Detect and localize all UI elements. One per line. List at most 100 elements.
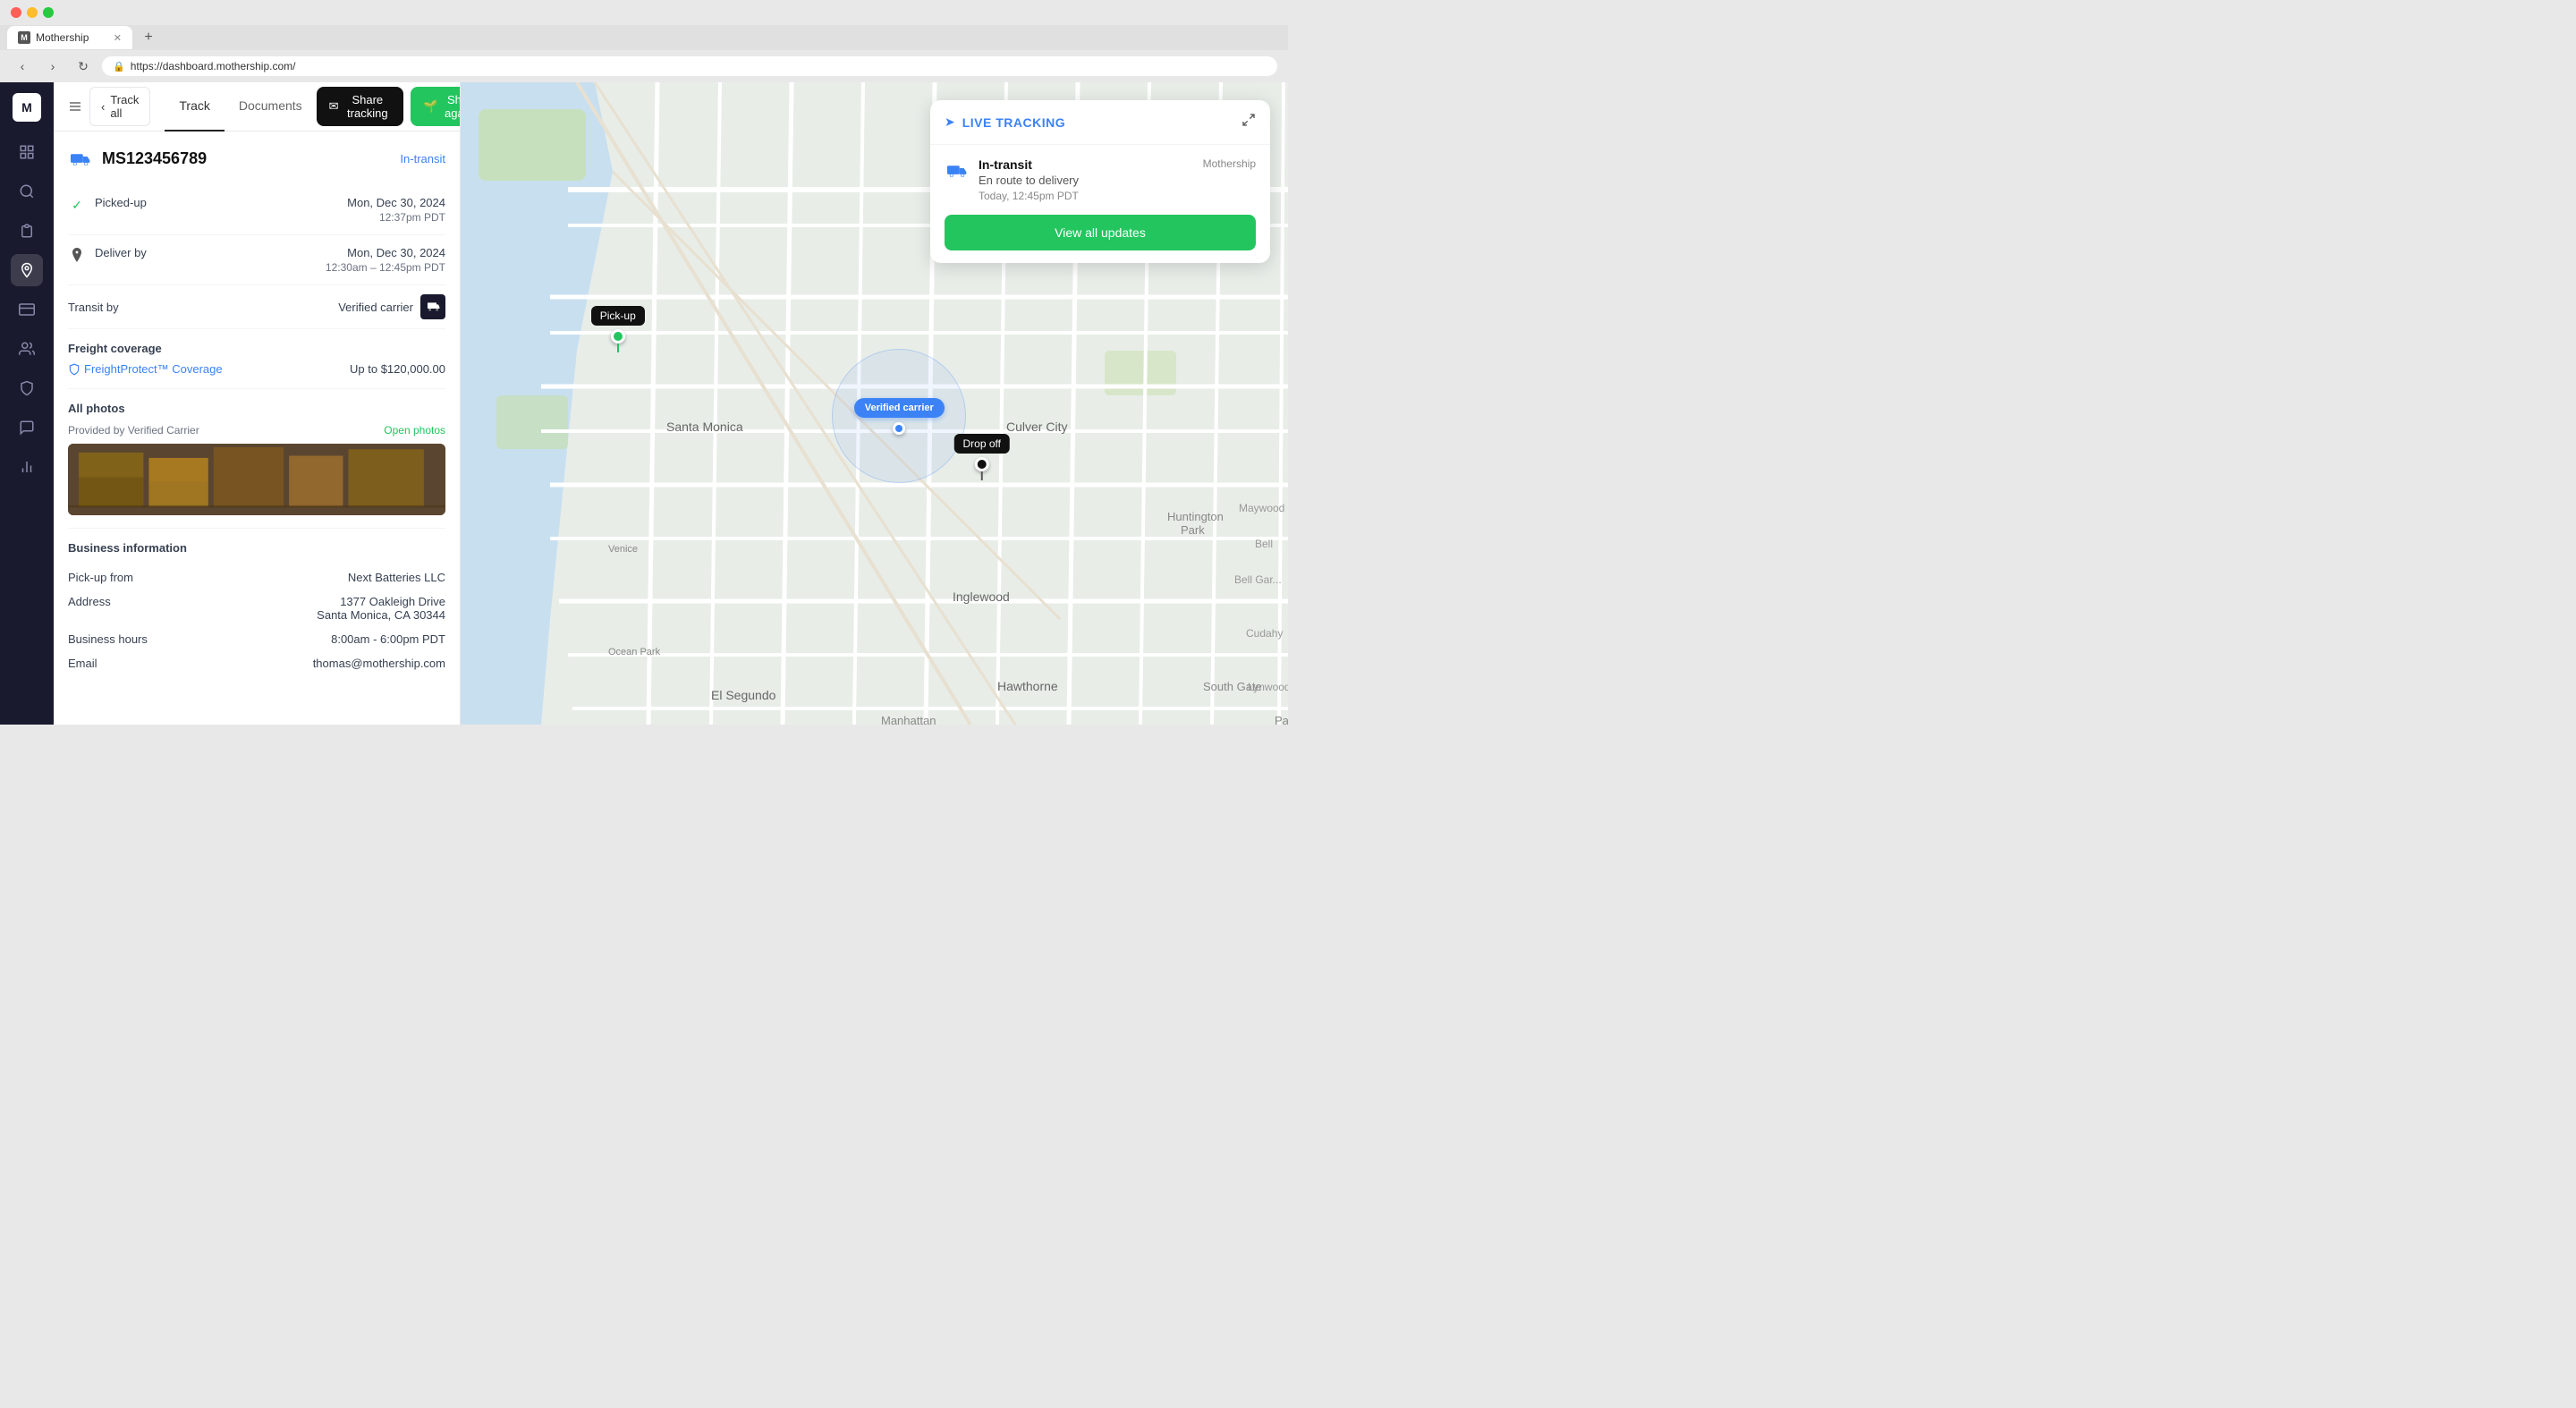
forward-navigation-button[interactable]: › bbox=[41, 55, 64, 78]
svg-text:Cudahy: Cudahy bbox=[1246, 627, 1283, 640]
minimize-button[interactable] bbox=[27, 7, 38, 18]
tracking-status-row: In-transit En route to delivery Today, 1… bbox=[945, 157, 1256, 202]
svg-text:Ocean Park: Ocean Park bbox=[608, 647, 661, 657]
svg-text:Maywood: Maywood bbox=[1239, 502, 1284, 514]
pickup-marker: Pick-up bbox=[591, 306, 645, 352]
expand-button[interactable] bbox=[1241, 113, 1256, 131]
pickup-from-label: Pick-up from bbox=[68, 571, 133, 584]
top-navigation: ‹ Track all Track Documents ✉ Share trac… bbox=[54, 82, 460, 131]
app-logo: M bbox=[13, 93, 41, 122]
deliver-by-time: 12:30am – 12:45pm PDT bbox=[326, 261, 445, 274]
freight-coverage-title: Freight coverage bbox=[68, 342, 445, 355]
address-bar[interactable]: 🔒 https://dashboard.mothership.com/ bbox=[102, 56, 1277, 76]
carrier-circle-container: Verified carrier bbox=[827, 344, 970, 488]
svg-text:Bell Gar...: Bell Gar... bbox=[1234, 573, 1282, 586]
deliver-by-date: Mon, Dec 30, 2024 bbox=[326, 246, 445, 259]
sidebar-item-protection[interactable] bbox=[11, 372, 43, 404]
svg-text:Hawthorne: Hawthorne bbox=[997, 679, 1058, 693]
url-text: https://dashboard.mothership.com/ bbox=[131, 60, 296, 72]
business-hours-label: Business hours bbox=[68, 632, 148, 646]
photo-image bbox=[68, 444, 445, 515]
maximize-button[interactable] bbox=[43, 7, 54, 18]
pickup-dot bbox=[611, 329, 625, 344]
tab-track[interactable]: Track bbox=[165, 82, 224, 131]
transit-carrier-name: Verified carrier bbox=[338, 301, 413, 314]
sidebar: M bbox=[0, 82, 54, 725]
share-tracking-button[interactable]: ✉ Share tracking bbox=[317, 87, 403, 126]
map-area[interactable]: West Hollywood Beverly Hills Santa Monic… bbox=[461, 82, 1288, 725]
truck-icon bbox=[68, 146, 93, 171]
svg-text:Manhattan: Manhattan bbox=[881, 714, 936, 725]
traffic-lights bbox=[11, 7, 54, 18]
svg-text:Inglewood: Inglewood bbox=[953, 589, 1010, 604]
deliver-by-row: Deliver by Mon, Dec 30, 2024 12:30am – 1… bbox=[68, 235, 445, 285]
status-badge: In-transit bbox=[400, 152, 445, 165]
email-label: Email bbox=[68, 657, 97, 670]
open-photos-link[interactable]: Open photos bbox=[384, 424, 445, 437]
back-navigation-button[interactable]: ‹ bbox=[11, 55, 34, 78]
view-all-updates-button[interactable]: View all updates bbox=[945, 215, 1256, 250]
live-tracking-panel: ➤ LIVE TRACKING In-transit En r bbox=[930, 100, 1270, 263]
address-row: Address 1377 Oakleigh Drive Santa Monica… bbox=[68, 589, 445, 627]
sidebar-item-messages[interactable] bbox=[11, 411, 43, 444]
freight-coverage-row: FreightProtect™ Coverage Up to $120,000.… bbox=[68, 362, 445, 376]
photo-thumbnail[interactable] bbox=[68, 444, 445, 515]
picked-up-time: 12:37pm PDT bbox=[347, 211, 445, 224]
menu-button[interactable] bbox=[68, 92, 82, 121]
business-hours-row: Business hours 8:00am - 6:00pm PDT bbox=[68, 627, 445, 651]
share-icon: ✉ bbox=[329, 99, 339, 114]
svg-text:Culver City: Culver City bbox=[1006, 420, 1067, 434]
sidebar-item-shipments[interactable] bbox=[11, 215, 43, 247]
reload-button[interactable]: ↻ bbox=[72, 55, 95, 78]
svg-text:Paramount: Paramount bbox=[1275, 714, 1288, 725]
live-tracking-body: In-transit En route to delivery Today, 1… bbox=[930, 145, 1270, 263]
sidebar-item-home[interactable] bbox=[11, 136, 43, 168]
ship-again-button[interactable]: 🌱 Ship again bbox=[411, 87, 461, 126]
dropoff-dot bbox=[975, 457, 989, 471]
freight-coverage-section: Freight coverage FreightProtect™ Coverag… bbox=[68, 329, 445, 389]
check-icon: ✓ bbox=[68, 198, 86, 213]
browser-tab[interactable]: M Mothership ✕ bbox=[7, 26, 132, 49]
new-tab-button[interactable]: + bbox=[136, 25, 161, 50]
svg-text:Huntington: Huntington bbox=[1167, 510, 1224, 523]
dropoff-marker: Drop off bbox=[954, 434, 1010, 480]
photos-provider: Provided by Verified Carrier bbox=[68, 424, 199, 437]
tab-favicon: M bbox=[18, 31, 30, 44]
sidebar-item-billing[interactable] bbox=[11, 293, 43, 326]
top-actions: ✉ Share tracking 🌱 Ship again ✏ Edit bbox=[317, 87, 461, 126]
ship-icon: 🌱 bbox=[423, 99, 437, 114]
transit-by-label: Transit by bbox=[68, 301, 119, 314]
svg-text:El Segundo: El Segundo bbox=[711, 688, 776, 702]
business-hours-value: 8:00am - 6:00pm PDT bbox=[331, 632, 445, 646]
carrier-dot bbox=[893, 422, 905, 435]
photos-header: All photos bbox=[68, 402, 445, 415]
close-button[interactable] bbox=[11, 7, 21, 18]
navigation-arrow-icon: ➤ bbox=[945, 115, 955, 130]
address-label: Address bbox=[68, 595, 111, 608]
pickup-from-row: Pick-up from Next Batteries LLC bbox=[68, 565, 445, 589]
email-value: thomas@mothership.com bbox=[313, 657, 445, 670]
tab-close-button[interactable]: ✕ bbox=[114, 32, 122, 44]
picked-up-row: ✓ Picked-up Mon, Dec 30, 2024 12:37pm PD… bbox=[68, 185, 445, 235]
sidebar-item-search[interactable] bbox=[11, 175, 43, 208]
carrier-marker-inner: Verified carrier bbox=[854, 398, 945, 435]
photos-subheader: Provided by Verified Carrier Open photos bbox=[68, 424, 445, 437]
tab-documents[interactable]: Documents bbox=[225, 82, 317, 131]
tracking-status-info: In-transit En route to delivery Today, 1… bbox=[979, 157, 1194, 202]
freight-protect-link[interactable]: FreightProtect™ Coverage bbox=[68, 362, 223, 376]
dropoff-label: Drop off bbox=[954, 434, 1010, 454]
svg-text:Bell: Bell bbox=[1255, 538, 1273, 550]
address-value: 1377 Oakleigh Drive Santa Monica, CA 303… bbox=[317, 595, 445, 622]
photos-title: All photos bbox=[68, 402, 125, 415]
tracking-status-subtitle: En route to delivery bbox=[979, 174, 1194, 187]
tracking-status-title: In-transit bbox=[979, 157, 1194, 172]
tracking-status-time: Today, 12:45pm PDT bbox=[979, 190, 1194, 202]
verified-carrier-area: Verified carrier bbox=[827, 344, 970, 488]
track-all-button[interactable]: ‹ Track all bbox=[89, 87, 150, 126]
live-tracking-title: LIVE TRACKING bbox=[962, 115, 1065, 130]
sidebar-item-track[interactable] bbox=[11, 254, 43, 286]
email-row: Email thomas@mothership.com bbox=[68, 651, 445, 675]
sidebar-item-users[interactable] bbox=[11, 333, 43, 365]
svg-text:Venice: Venice bbox=[608, 544, 638, 555]
sidebar-item-analytics[interactable] bbox=[11, 451, 43, 483]
